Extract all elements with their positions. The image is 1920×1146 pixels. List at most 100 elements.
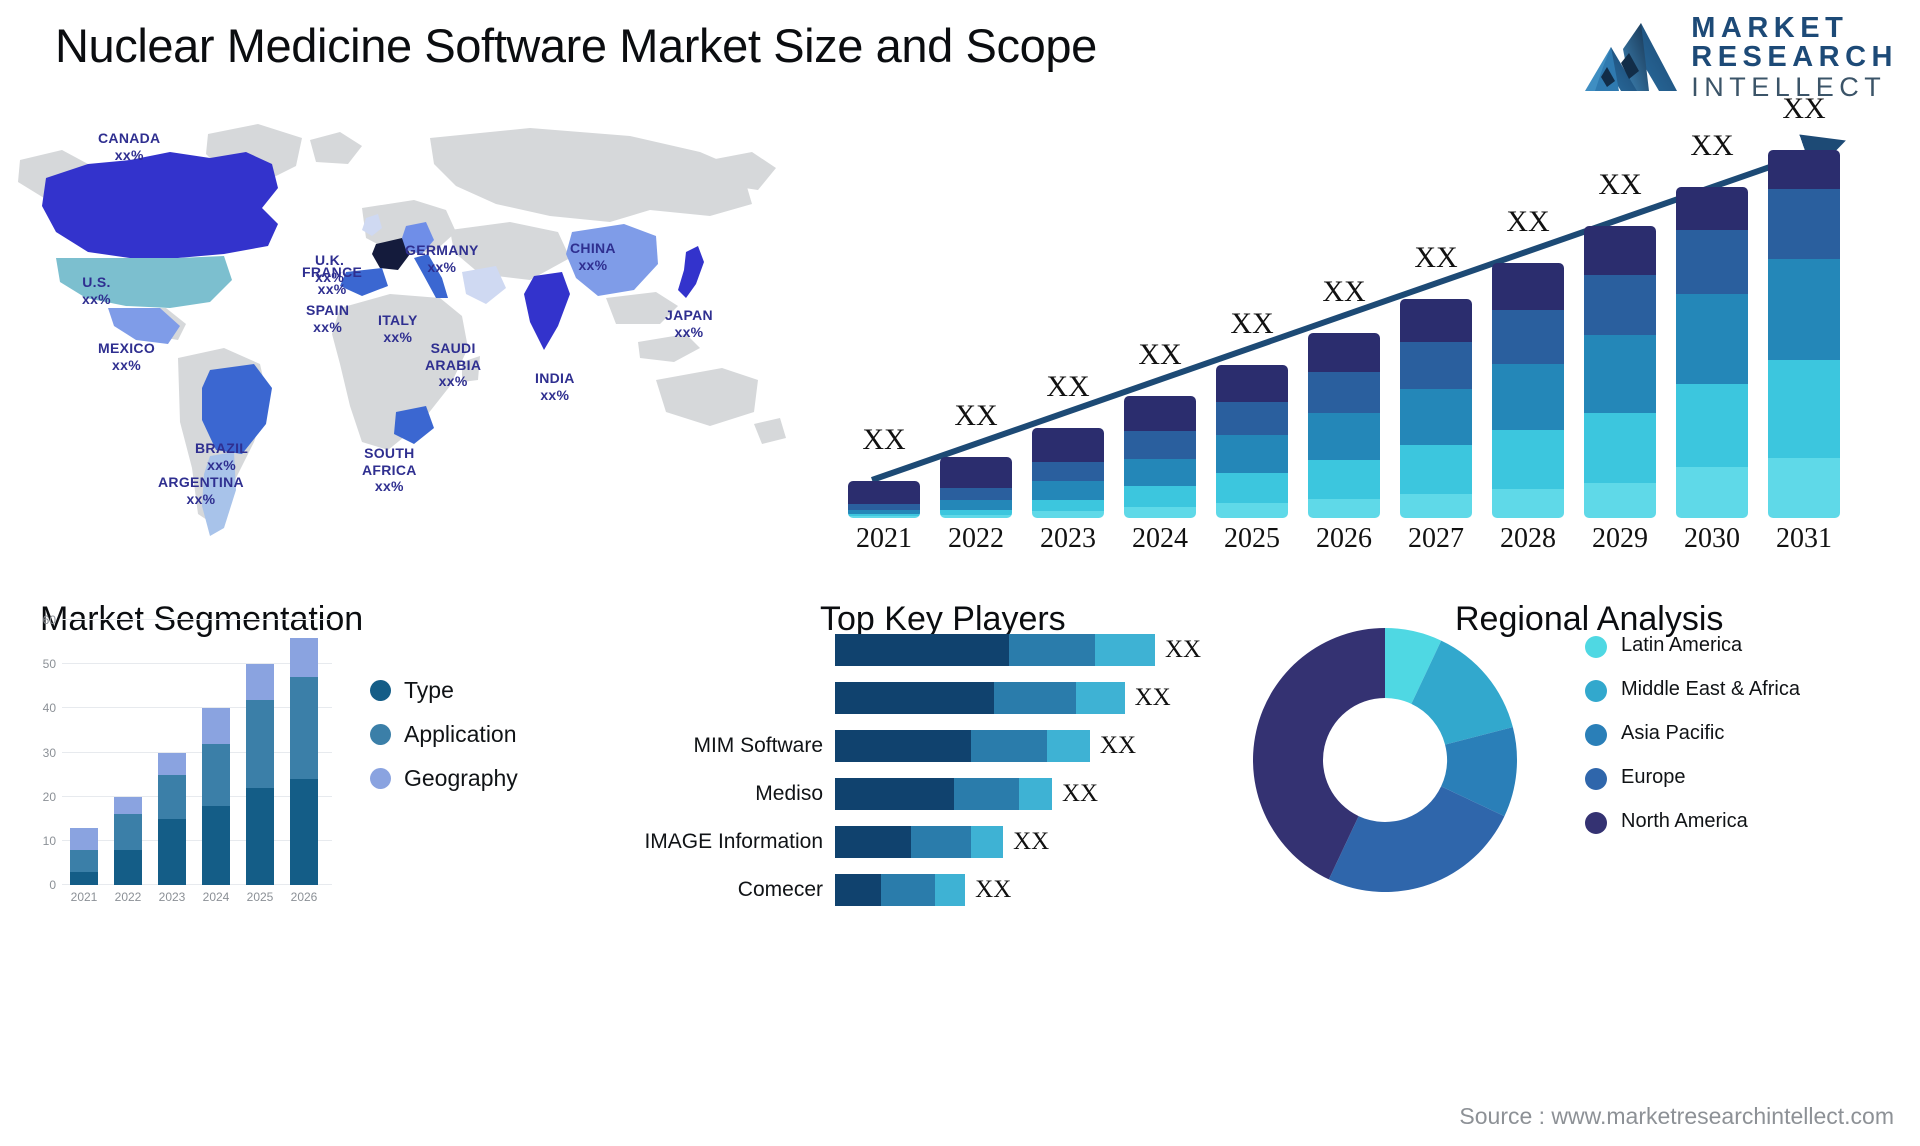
segmentation-gridline: [62, 619, 332, 620]
regional-donut: [1253, 628, 1517, 892]
map-label-value: xx%: [207, 456, 237, 473]
growth-bar-segment: [940, 500, 1012, 511]
legend-dot-icon: [1585, 680, 1607, 702]
player-bar-segment: [835, 826, 911, 858]
map-label-name: GERMANY: [405, 242, 479, 258]
growth-bar: [1768, 150, 1840, 518]
segmentation-bar-segment: [114, 796, 142, 815]
growth-bar-segment: [1308, 498, 1380, 518]
player-bar-segment: [994, 682, 1076, 714]
player-bar-segment: [835, 874, 881, 906]
map-label-name: U.S.: [82, 274, 111, 290]
player-bar-segment: [1019, 778, 1052, 810]
player-name-label: Mediso: [755, 782, 823, 805]
growth-year-label: 2025: [1224, 523, 1280, 554]
page-title: Nuclear Medicine Software Market Size an…: [55, 19, 1097, 72]
growth-bar-segment: [1032, 428, 1104, 462]
growth-bar-value-label: XX: [1414, 240, 1458, 274]
segmentation-legend-label: Type: [404, 676, 454, 703]
map-label-name: JAPAN: [665, 307, 713, 323]
player-bar: [835, 634, 1155, 666]
growth-bar-chart: XX XX XX XX XX XX XX XX XX XX XX 2021 2022 2023 2024 2…: [830, 92, 1910, 563]
segmentation-y-tick: 20: [42, 789, 56, 804]
regional-legend: Latin America Middle East & Africa Asia Pa…: [1585, 634, 1800, 854]
player-bar-segment: [970, 730, 1047, 762]
market-segmentation-chart: 0 10 20 30 40 50 60 2021 2022 2023 2024 2025 2026 Ty…: [40, 613, 660, 930]
map-label-india: INDIA xx%: [535, 370, 575, 403]
segmentation-legend-item: Application: [370, 712, 518, 756]
regional-legend-label: Latin America: [1621, 634, 1743, 656]
growth-bar: [1032, 428, 1104, 518]
segmentation-bar-segment: [290, 779, 318, 885]
growth-bar: [1400, 298, 1472, 518]
player-bar: [835, 778, 1052, 810]
player-bar: [835, 874, 966, 906]
map-country-india: [524, 272, 570, 350]
legend-dot-icon: [1585, 636, 1607, 658]
segmentation-bar: [114, 796, 142, 885]
growth-bar-segment: [1032, 481, 1104, 500]
segmentation-bar-segment: [158, 774, 186, 819]
growth-bar-segment: [1676, 467, 1748, 518]
segmentation-bar: [246, 664, 274, 885]
map-label-value: xx%: [313, 318, 343, 335]
map-label-value: xx%: [374, 478, 404, 495]
growth-bar-segment: [940, 456, 1012, 488]
map-label-south-africa: SOUTH AFRICA xx%: [362, 445, 417, 495]
segmentation-bar: [290, 637, 318, 885]
legend-dot-icon: [1585, 724, 1607, 746]
map-label-value: xx%: [383, 328, 413, 345]
growth-bar-segment: [1768, 188, 1840, 260]
player-bar-segment: [835, 730, 971, 762]
segmentation-x-tick: 2021: [70, 890, 98, 904]
segmentation-bar-segment: [114, 849, 142, 885]
growth-bar: [1676, 187, 1748, 518]
growth-bar-value-label: XX: [1046, 370, 1090, 404]
growth-bar-segment: [1216, 473, 1288, 504]
map-label-spain: SPAIN xx%: [306, 302, 349, 335]
growth-year-label: 2029: [1592, 523, 1648, 554]
growth-bar: [848, 481, 920, 518]
map-label-italy: ITALY xx%: [378, 312, 418, 345]
growth-bar-segment: [1032, 511, 1104, 518]
map-label-name: ITALY: [378, 312, 418, 328]
map-label-argentina: ARGENTINA xx%: [158, 474, 244, 507]
growth-bar-segment: [848, 516, 920, 518]
map-label-name: FRANCE: [302, 264, 363, 280]
segmentation-bar-segment: [70, 849, 98, 872]
map-label-saudi-arabia: SAUDI ARABIA xx%: [425, 340, 481, 390]
growth-year-label: 2031: [1776, 523, 1832, 554]
growth-bar-segment: [1492, 309, 1564, 365]
map-label-china: CHINA xx%: [570, 240, 616, 273]
map-label-name: BRAZIL: [195, 440, 249, 456]
growth-bar-segment: [1676, 229, 1748, 295]
regional-legend-item: Asia Pacific: [1585, 722, 1800, 746]
map-country-canada: [42, 152, 278, 258]
map-label-name: CHINA: [570, 240, 616, 256]
segmentation-bar-segment: [202, 708, 230, 744]
growth-bar-value-label: XX: [954, 398, 998, 432]
growth-bar-segment: [1584, 482, 1656, 518]
segmentation-bar-segment: [202, 743, 230, 806]
growth-bar-segment: [1308, 371, 1380, 413]
infographic-page: Nuclear Medicine Software Market Size an…: [0, 0, 1920, 1146]
map-label-u-s: U.S. xx%: [82, 274, 111, 307]
growth-bar-value-label: XX: [1506, 204, 1550, 238]
growth-year-label: 2028: [1500, 523, 1556, 554]
regional-legend-label: Middle East & Africa: [1621, 678, 1800, 700]
player-bar-segment: [835, 778, 955, 810]
growth-bar-segment: [1492, 262, 1564, 310]
map-label-value: xx%: [427, 258, 457, 275]
growth-bar-segment: [1584, 274, 1656, 335]
growth-bar-segment: [1400, 493, 1472, 518]
player-bar-segment: [1075, 682, 1125, 714]
segmentation-y-tick: 30: [42, 745, 56, 760]
growth-bar-segment: [1308, 412, 1380, 460]
growth-bar-segment: [1216, 402, 1288, 436]
segmentation-plot: 0 10 20 30 40 50 60 2021 2022 2023 2024 2025 2026: [43, 613, 362, 904]
growth-bar-segment: [1584, 412, 1656, 483]
map-label-value: xx%: [438, 373, 468, 390]
segmentation-x-tick: 2025: [246, 890, 274, 904]
map-label-name: SPAIN: [306, 302, 350, 318]
map-label-germany: GERMANY xx%: [405, 242, 479, 275]
